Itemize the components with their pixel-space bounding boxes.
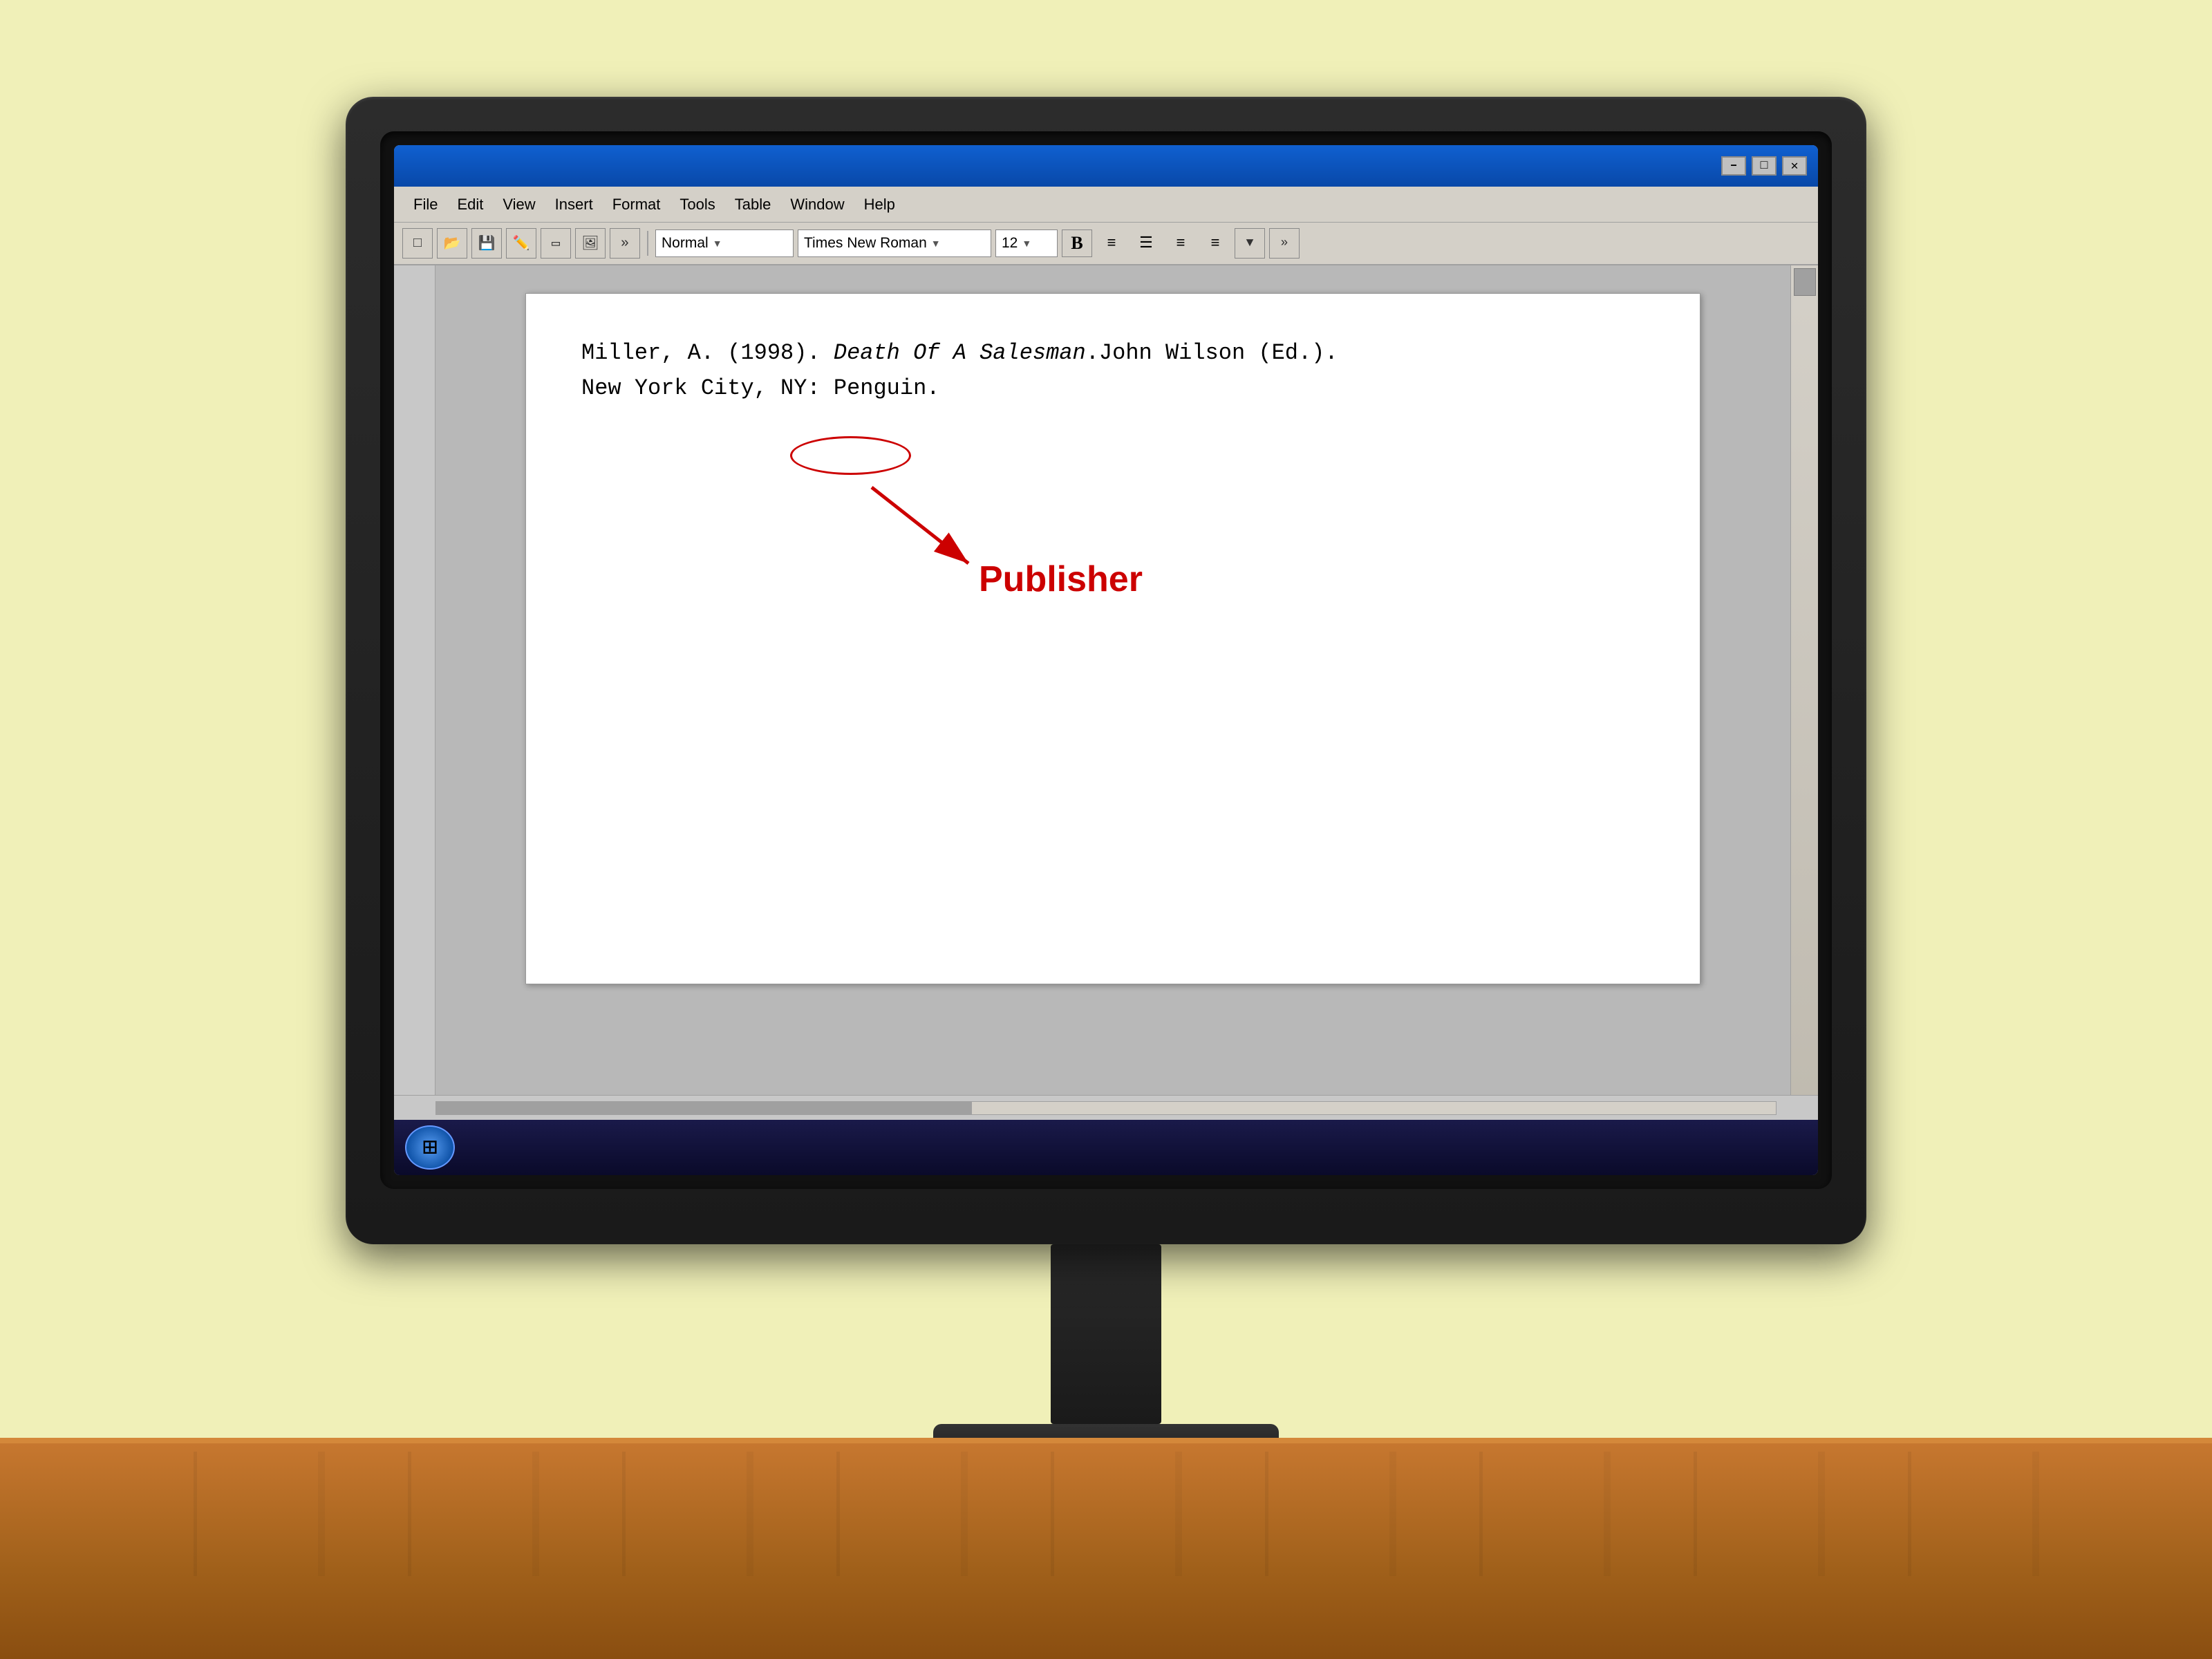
more-left-button[interactable]: » — [610, 228, 640, 259]
title-bar: – □ ✕ — [394, 145, 1818, 187]
image-button[interactable]: 🖼 — [575, 228, 606, 259]
bottom-scrollbar[interactable] — [394, 1095, 1818, 1120]
scrollbar-thumb[interactable] — [1794, 268, 1816, 296]
menu-bar: File Edit View Insert Format Tools Table… — [394, 187, 1818, 223]
citation-title-italic: Death Of A Salesman — [834, 340, 1086, 366]
restore-button[interactable]: □ — [1752, 156, 1777, 176]
font-value: Times New Roman — [804, 235, 927, 252]
right-scrollbar[interactable] — [1790, 265, 1818, 1095]
align-right-button[interactable]: ≡ — [1165, 229, 1196, 257]
font-size-dropdown[interactable]: 12 ▼ — [995, 229, 1058, 257]
font-dropdown-arrow: ▼ — [931, 238, 941, 249]
open-button[interactable]: 📂 — [437, 228, 467, 259]
menu-edit[interactable]: Edit — [449, 193, 491, 216]
citation-publisher: Penguin. — [834, 375, 940, 401]
h-scrollbar-track[interactable] — [435, 1101, 1777, 1115]
svg-text:Publisher: Publisher — [979, 559, 1143, 599]
start-button[interactable]: ⊞ — [405, 1125, 455, 1170]
citation-line-1: Miller, A. (1998). Death Of A Salesman.J… — [581, 335, 1644, 371]
citation-line-2: New York City, NY: Penguin. — [581, 371, 1644, 406]
citation-location: New York City, NY: — [581, 375, 834, 401]
more-right-button[interactable]: ▼ — [1235, 228, 1265, 259]
taskbar: ⊞ — [394, 1120, 1818, 1175]
menu-insert[interactable]: Insert — [547, 193, 601, 216]
new-document-button[interactable]: □ — [402, 228, 433, 259]
more-options-button[interactable]: » — [1269, 228, 1300, 259]
separator-1 — [647, 231, 648, 256]
style-dropdown[interactable]: Normal ▼ — [655, 229, 794, 257]
style-value: Normal — [662, 235, 709, 252]
document-main: Miller, A. (1998). Death Of A Salesman.J… — [435, 265, 1790, 1095]
frame-button[interactable]: ▭ — [541, 228, 571, 259]
start-icon: ⊞ — [422, 1133, 438, 1163]
menu-file[interactable]: File — [405, 193, 446, 216]
edit-button[interactable]: ✏️ — [506, 228, 536, 259]
menu-format[interactable]: Format — [604, 193, 669, 216]
close-button[interactable]: ✕ — [1782, 156, 1807, 176]
align-left-button[interactable]: ≡ — [1096, 229, 1127, 257]
menu-table[interactable]: Table — [727, 193, 780, 216]
h-scrollbar-thumb[interactable] — [436, 1102, 972, 1114]
font-size-value: 12 — [1002, 235, 1018, 252]
menu-tools[interactable]: Tools — [671, 193, 723, 216]
justify-button[interactable]: ≡ — [1200, 229, 1230, 257]
style-dropdown-arrow: ▼ — [713, 238, 722, 249]
penguin-circle-annotation — [790, 436, 911, 475]
annotation-svg: Publisher — [581, 377, 1687, 791]
menu-help[interactable]: Help — [856, 193, 903, 216]
stand-neck — [1051, 1244, 1161, 1424]
save-button[interactable]: 💾 — [471, 228, 502, 259]
align-center-button[interactable]: ☰ — [1131, 229, 1161, 257]
citation-text-before-title: Miller, A. (1998). — [581, 340, 834, 366]
menu-view[interactable]: View — [494, 193, 543, 216]
desk-surface — [0, 1438, 2212, 1659]
document-area: Miller, A. (1998). Death Of A Salesman.J… — [394, 265, 1818, 1095]
monitor-wrapper: – □ ✕ File Edit View Insert Format Tools… — [346, 97, 1866, 1465]
menu-window[interactable]: Window — [782, 193, 852, 216]
monitor-stand — [346, 1244, 1866, 1465]
document-page[interactable]: Miller, A. (1998). Death Of A Salesman.J… — [525, 293, 1700, 984]
monitor-body: – □ ✕ File Edit View Insert Format Tools… — [346, 97, 1866, 1244]
font-dropdown[interactable]: Times New Roman ▼ — [798, 229, 991, 257]
toolbar: □ 📂 💾 ✏️ ▭ 🖼 » Normal ▼ Times New Roman … — [394, 223, 1818, 265]
minimize-button[interactable]: – — [1721, 156, 1746, 176]
left-ruler — [394, 265, 435, 1095]
monitor-bezel: – □ ✕ File Edit View Insert Format Tools… — [380, 131, 1832, 1189]
size-dropdown-arrow: ▼ — [1022, 238, 1031, 249]
bold-button[interactable]: B — [1062, 229, 1092, 257]
screen: – □ ✕ File Edit View Insert Format Tools… — [394, 145, 1818, 1175]
citation-text-after-title: .John Wilson (Ed.). — [1086, 340, 1338, 366]
annotation-container: Publisher — [581, 377, 1687, 791]
